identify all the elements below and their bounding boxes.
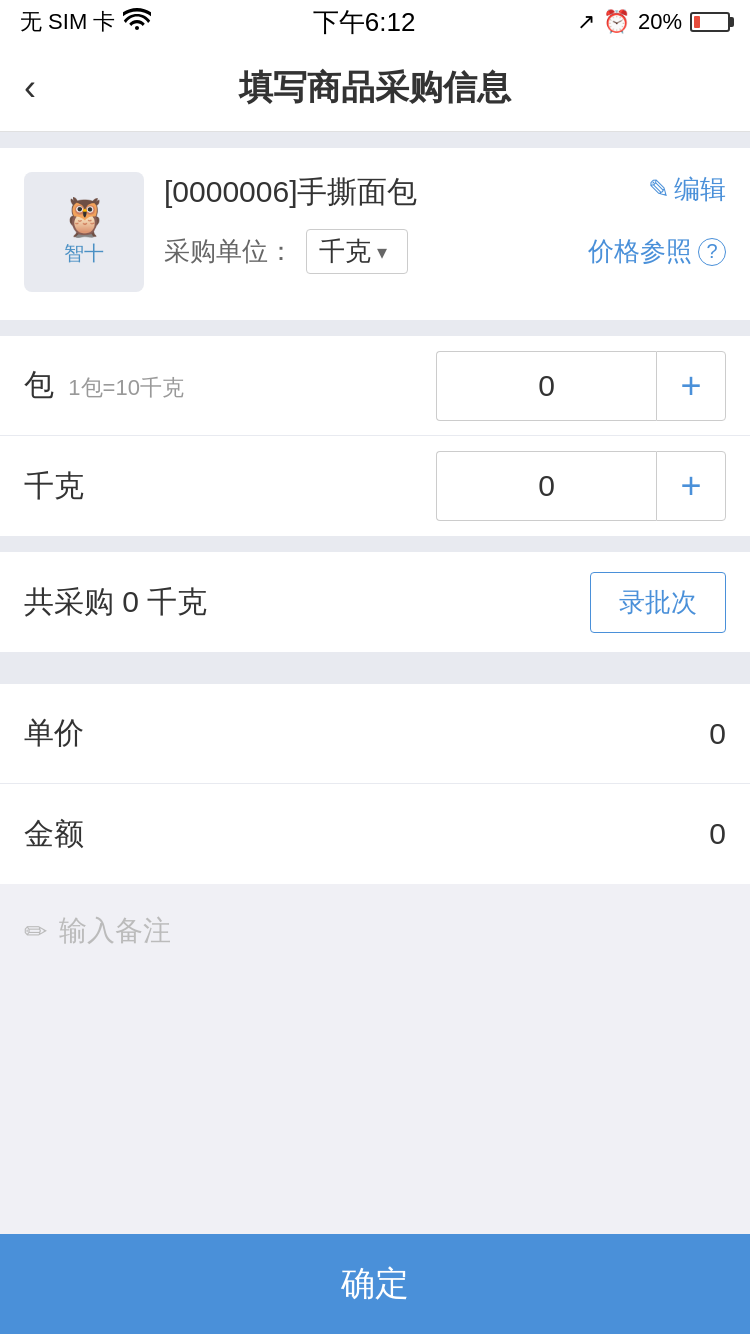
product-unit-row: 采购单位： 千克 ▾ 价格参照 ? (164, 229, 726, 274)
product-card: 🦉 智十 [0000006]手撕面包 ✎ 编辑 采购单位： 千克 ▾ 价格参照 … (0, 148, 750, 320)
form-row-kg: 千克 + (0, 436, 750, 536)
product-name: [0000006]手撕面包 (164, 172, 417, 213)
kg-label: 千克 (24, 466, 184, 507)
help-icon: ? (698, 238, 726, 266)
battery-indicator (690, 12, 730, 32)
kg-input[interactable] (436, 451, 656, 521)
status-bar: 无 SIM 卡 下午6:12 ↗ ⏰ 20% (0, 0, 750, 44)
owl-label: 智十 (64, 240, 104, 267)
form-row-bag: 包 1包=10千克 + (0, 336, 750, 436)
confirm-button[interactable]: 确定 (0, 1234, 750, 1334)
total-label: 共采购 0 千克 (24, 582, 207, 623)
bag-input-group: + (184, 351, 726, 421)
unit-price-row: 单价 0 (0, 684, 750, 784)
chevron-down-icon: ▾ (377, 240, 387, 264)
status-time: 下午6:12 (313, 5, 416, 40)
price-reference-button[interactable]: 价格参照 ? (588, 234, 726, 269)
kg-plus-button[interactable]: + (656, 451, 726, 521)
kg-input-group: + (184, 451, 726, 521)
remark-section: ✏ 输入备注 (0, 884, 750, 1084)
bag-label: 包 1包=10千克 (24, 365, 184, 406)
product-image: 🦉 智十 (24, 172, 144, 292)
unit-label: 采购单位： (164, 234, 294, 269)
no-sim-label: 无 SIM 卡 (20, 7, 115, 37)
alarm-icon: ⏰ (603, 9, 630, 35)
unit-price-value: 0 (709, 717, 726, 751)
wifi-icon (123, 8, 151, 36)
unit-select-dropdown[interactable]: 千克 ▾ (306, 229, 408, 274)
unit-left: 采购单位： 千克 ▾ (164, 229, 408, 274)
status-right: ↗ ⏰ 20% (577, 9, 730, 35)
remark-placeholder: 输入备注 (59, 912, 171, 950)
top-divider (0, 132, 750, 148)
batch-button[interactable]: 录批次 (590, 572, 726, 633)
bag-input[interactable] (436, 351, 656, 421)
form-section: 包 1包=10千克 + 千克 + (0, 336, 750, 536)
bag-plus-button[interactable]: + (656, 351, 726, 421)
total-row: 共采购 0 千克 录批次 (0, 552, 750, 652)
nav-bar: ‹ 填写商品采购信息 (0, 44, 750, 132)
back-button[interactable]: ‹ (24, 67, 36, 109)
info-section: 单价 0 金额 0 (0, 668, 750, 884)
amount-row: 金额 0 (0, 784, 750, 884)
mid-divider-2 (0, 652, 750, 668)
total-section: 共采购 0 千克 录批次 (0, 536, 750, 652)
bottom-area: 确定 (0, 1234, 750, 1334)
amount-value: 0 (709, 817, 726, 851)
price-ref-label: 价格参照 (588, 234, 692, 269)
page-title: 填写商品采购信息 (239, 65, 511, 111)
edit-icon: ✎ (648, 174, 670, 205)
product-info: [0000006]手撕面包 ✎ 编辑 采购单位： 千克 ▾ 价格参照 ? (164, 172, 726, 274)
bag-label-sub: 1包=10千克 (68, 375, 184, 400)
bag-label-main: 包 (24, 368, 54, 401)
remark-input-row[interactable]: ✏ 输入备注 (24, 912, 726, 950)
edit-label: 编辑 (674, 172, 726, 207)
product-header: [0000006]手撕面包 ✎ 编辑 (164, 172, 726, 213)
amount-label: 金额 (24, 814, 84, 855)
product-logo: 🦉 智十 (61, 172, 108, 292)
edit-button[interactable]: ✎ 编辑 (648, 172, 726, 207)
battery-percent: 20% (638, 9, 682, 35)
unit-value: 千克 (319, 234, 371, 269)
mid-divider-1 (0, 320, 750, 336)
location-icon: ↗ (577, 9, 595, 35)
pencil-icon: ✏ (24, 915, 47, 948)
status-left: 无 SIM 卡 (20, 7, 151, 37)
unit-price-label: 单价 (24, 713, 84, 754)
